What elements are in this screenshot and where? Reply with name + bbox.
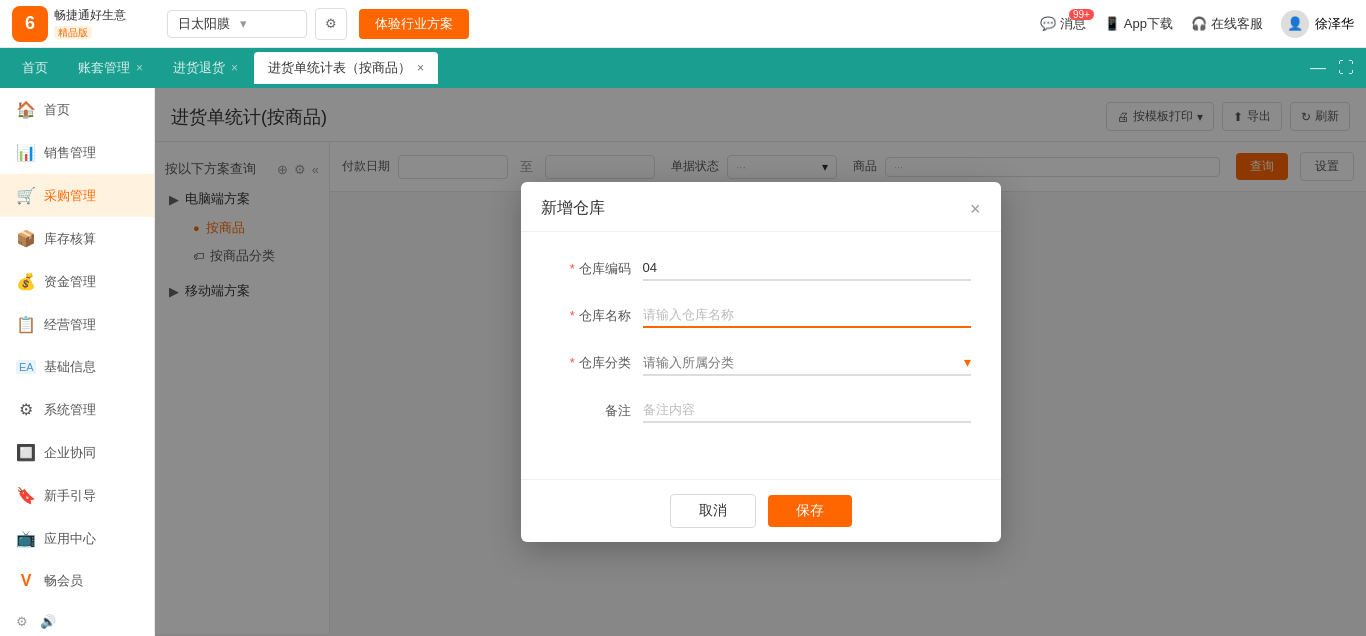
form-row-code: 仓库编码 — [551, 256, 971, 281]
category-label: 仓库分类 — [551, 354, 631, 372]
settings-button[interactable]: ⚙ — [315, 8, 347, 40]
sidebar-collapse-icon[interactable]: 🔊 — [40, 614, 56, 629]
sidebar-item-system[interactable]: ⚙ 系统管理 — [0, 388, 154, 431]
sidebar: 🏠 首页 📊 销售管理 🛒 采购管理 📦 库存核算 💰 资金管理 📋 经营管理 … — [0, 88, 155, 636]
message-badge: 99+ — [1069, 9, 1094, 20]
main-layout: 🏠 首页 📊 销售管理 🛒 采购管理 📦 库存核算 💰 资金管理 📋 经营管理 … — [0, 88, 1366, 636]
tab-home[interactable]: 首页 — [8, 52, 62, 84]
category-dropdown-arrow: ▾ — [964, 354, 971, 370]
form-row-name: 仓库名称 — [551, 303, 971, 328]
service-button[interactable]: 🎧 在线客服 — [1191, 15, 1263, 33]
modal-title: 新增仓库 — [541, 198, 605, 219]
sidebar-item-basic-info[interactable]: EA 基础信息 — [0, 346, 154, 388]
tab-purchase-stats[interactable]: 进货单统计表（按商品） × — [254, 52, 438, 84]
sidebar-item-enterprise[interactable]: 🔲 企业协同 — [0, 431, 154, 474]
name-label: 仓库名称 — [551, 307, 631, 325]
cancel-button[interactable]: 取消 — [670, 494, 756, 528]
operations-icon: 📋 — [16, 315, 36, 334]
purchase-icon: 🛒 — [16, 186, 36, 205]
app-icon: 📱 — [1104, 16, 1120, 31]
tab-account[interactable]: 账套管理 × — [64, 52, 157, 84]
tab-bar: 首页 账套管理 × 进货退货 × 进货单统计表（按商品） × — ⛶ — [0, 48, 1366, 88]
store-name: 日太阳膜 — [178, 15, 234, 33]
note-label: 备注 — [551, 402, 631, 420]
sidebar-item-apps[interactable]: 📺 应用中心 — [0, 517, 154, 560]
tab-minimize-button[interactable]: — — [1306, 55, 1330, 81]
enterprise-icon: 🔲 — [16, 443, 36, 462]
content-area: 进货单统计(按商品) 🖨 按模板打印 ▾ ⬆ 导出 ↻ 刷新 — [155, 88, 1366, 636]
name-input[interactable] — [643, 303, 971, 328]
sidebar-item-operations[interactable]: 📋 经营管理 — [0, 303, 154, 346]
sidebar-item-home[interactable]: 🏠 首页 — [0, 88, 154, 131]
store-selector[interactable]: 日太阳膜 ▾ — [167, 10, 307, 38]
home-icon: 🏠 — [16, 100, 36, 119]
guide-icon: 🔖 — [16, 486, 36, 505]
sidebar-item-guide[interactable]: 🔖 新手引导 — [0, 474, 154, 517]
category-input[interactable] — [643, 355, 964, 370]
message-icon: 💬 — [1040, 16, 1056, 31]
modal-header: 新增仓库 × — [521, 182, 1001, 232]
avatar: 👤 — [1281, 10, 1309, 38]
note-input[interactable] — [643, 398, 971, 423]
tab-actions: — ⛶ — [1306, 55, 1358, 81]
sidebar-settings-icon[interactable]: ⚙ — [16, 614, 28, 629]
tab-close-purchase-stats[interactable]: × — [417, 61, 424, 75]
app-download-button[interactable]: 📱 App下载 — [1104, 15, 1173, 33]
save-button[interactable]: 保存 — [768, 495, 852, 527]
sidebar-bottom: ⚙ 🔊 — [0, 602, 154, 636]
user-info[interactable]: 👤 徐泽华 — [1281, 10, 1354, 38]
tab-close-account[interactable]: × — [136, 61, 143, 75]
sidebar-item-purchase[interactable]: 🛒 采购管理 — [0, 174, 154, 217]
top-header: 6 畅捷通好生意 精品版 日太阳膜 ▾ ⚙ 体验行业方案 💬 消息 99+ 📱 … — [0, 0, 1366, 48]
tab-maximize-button[interactable]: ⛶ — [1334, 55, 1358, 81]
code-label: 仓库编码 — [551, 260, 631, 278]
logo-badge: 精品版 — [54, 26, 92, 39]
basic-info-icon: EA — [16, 360, 36, 374]
modal-overlay: 新增仓库 × 仓库编码 仓库名称 仓库分类 — [155, 88, 1366, 636]
apps-icon: 📺 — [16, 529, 36, 548]
trial-button[interactable]: 体验行业方案 — [359, 9, 469, 39]
form-row-category: 仓库分类 ▾ — [551, 350, 971, 376]
store-dropdown-arrow: ▾ — [240, 16, 296, 31]
sidebar-item-inventory[interactable]: 📦 库存核算 — [0, 217, 154, 260]
modal-body: 仓库编码 仓库名称 仓库分类 ▾ — [521, 232, 1001, 479]
logo-area: 6 畅捷通好生意 精品版 — [12, 6, 167, 42]
modal-add-warehouse: 新增仓库 × 仓库编码 仓库名称 仓库分类 — [521, 182, 1001, 542]
finance-icon: 💰 — [16, 272, 36, 291]
category-select[interactable]: ▾ — [643, 350, 971, 376]
system-icon: ⚙ — [16, 400, 36, 419]
headset-icon: 🎧 — [1191, 16, 1207, 31]
sidebar-item-finance[interactable]: 💰 资金管理 — [0, 260, 154, 303]
tab-close-purchase-return[interactable]: × — [231, 61, 238, 75]
user-name: 徐泽华 — [1315, 15, 1354, 33]
logo-icon: 6 — [12, 6, 48, 42]
member-icon: V — [16, 572, 36, 590]
inventory-icon: 📦 — [16, 229, 36, 248]
code-input[interactable] — [643, 256, 971, 281]
tab-purchase-return[interactable]: 进货退货 × — [159, 52, 252, 84]
logo-text: 畅捷通好生意 精品版 — [54, 7, 126, 40]
sales-icon: 📊 — [16, 143, 36, 162]
sidebar-item-sales[interactable]: 📊 销售管理 — [0, 131, 154, 174]
form-row-note: 备注 — [551, 398, 971, 423]
sidebar-item-member[interactable]: V 畅会员 — [0, 560, 154, 602]
modal-close-button[interactable]: × — [970, 200, 981, 218]
modal-footer: 取消 保存 — [521, 479, 1001, 542]
header-right: 💬 消息 99+ 📱 App下载 🎧 在线客服 👤 徐泽华 — [1040, 10, 1354, 38]
message-button[interactable]: 💬 消息 99+ — [1040, 15, 1086, 33]
